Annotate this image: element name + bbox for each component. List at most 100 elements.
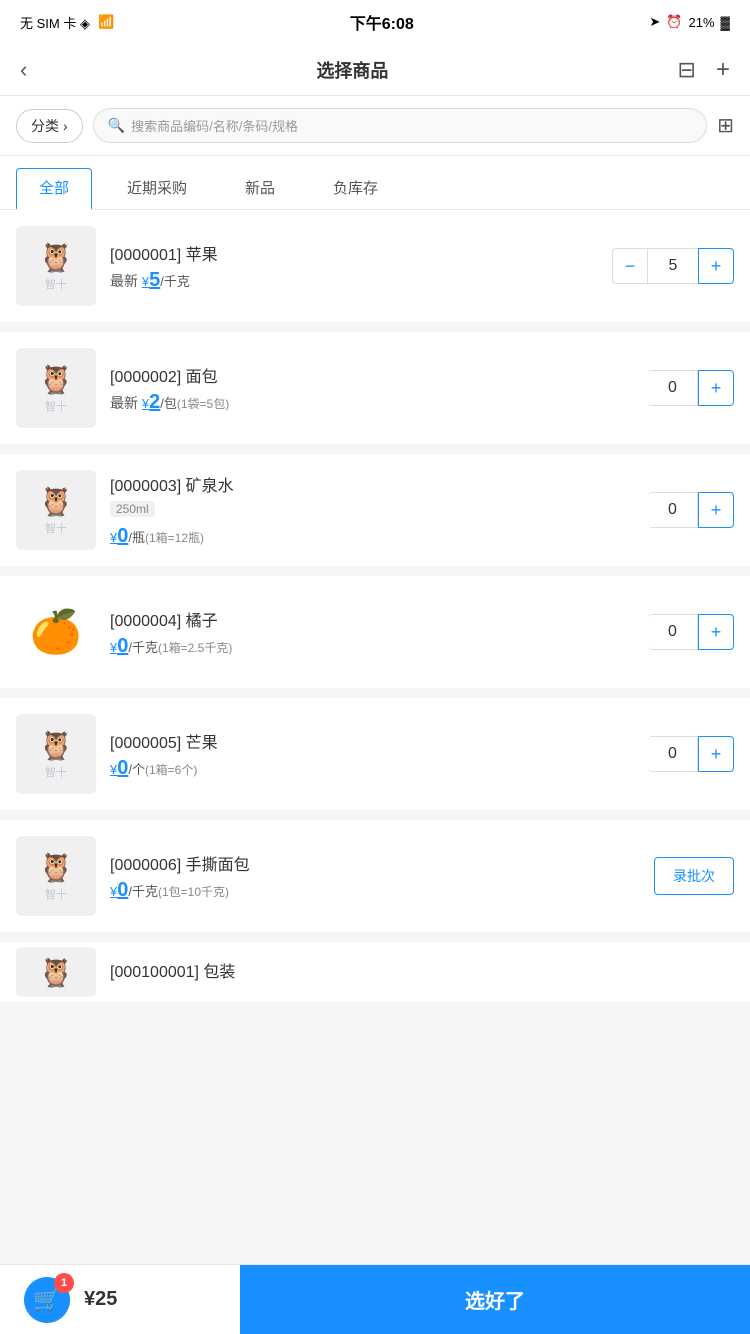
qty-input[interactable] [648, 492, 698, 528]
tab-all[interactable]: 全部 [16, 168, 92, 210]
product-info: [0000004] 橘子 ¥0/千克(1箱=2.5千克) [110, 607, 634, 658]
product-item: 🦉 智十 [0000006] 手撕面包 ¥0/千克(1包=10千克) 录批次 [0, 820, 750, 932]
owl-icon: 🦉 [39, 956, 74, 989]
qty-input[interactable] [648, 736, 698, 772]
product-price: 最新 ¥5/千克 [110, 269, 598, 292]
price-value: 0 [117, 635, 128, 657]
product-name: [0000003] 矿泉水 [110, 472, 634, 496]
qty-input[interactable] [648, 248, 698, 284]
product-price: ¥0/千克(1包=10千克) [110, 879, 640, 902]
plus-button[interactable]: + [698, 736, 734, 772]
alarm-icon: ⏰ [666, 14, 682, 30]
product-image: 🦉 智十 [16, 348, 96, 428]
minus-button[interactable]: − [612, 248, 648, 284]
price-extra: (1袋=5包) [177, 397, 229, 411]
price-value: 2 [149, 391, 160, 413]
battery-status: 21% [688, 15, 714, 30]
battery-icon: ▓ [721, 15, 730, 30]
product-info: [0000006] 手撕面包 ¥0/千克(1包=10千克) [110, 851, 640, 902]
price-value: 0 [117, 879, 128, 901]
confirm-button[interactable]: 选好了 [240, 1265, 750, 1334]
plus-button[interactable]: + [698, 248, 734, 284]
back-button[interactable]: ‹ [20, 57, 27, 83]
filter-icon[interactable]: ⊟ [678, 57, 696, 83]
divider [0, 446, 750, 454]
tab-new[interactable]: 新品 [222, 168, 298, 209]
price-extra: (1包=10千克) [158, 885, 229, 899]
price-label: 最新 [110, 273, 142, 289]
page-title: 选择商品 [316, 57, 388, 83]
price-value: 0 [117, 525, 128, 547]
qty-control: + [648, 370, 734, 406]
tab-recent[interactable]: 近期采购 [104, 168, 210, 209]
category-button[interactable]: 分类 › [16, 109, 83, 143]
nav-bar: ‹ 选择商品 ⊟ + [0, 44, 750, 96]
search-icon: 🔍 [108, 117, 125, 134]
scan-icon[interactable]: ⊞ [717, 113, 734, 138]
owl-icon: 🦉 [39, 241, 74, 274]
status-bar: 无 SIM 卡 ◈ 📶 下午6:08 ➤ ⏰ 21% ▓ [0, 0, 750, 44]
product-name: [0000006] 手撕面包 [110, 851, 640, 875]
nav-actions: ⊟ + [678, 56, 730, 84]
price-extra: (1箱=12瓶) [145, 531, 204, 545]
product-name: [0000001] 苹果 [110, 241, 598, 265]
divider [0, 690, 750, 698]
search-placeholder: 搜索商品编码/名称/条码/规格 [131, 116, 298, 135]
product-name: [000100001] 包装 [110, 958, 734, 982]
qty-control: − + [612, 248, 734, 284]
plus-button[interactable]: + [698, 492, 734, 528]
product-image: 🦉 智十 [16, 714, 96, 794]
add-icon[interactable]: + [716, 56, 730, 84]
status-left: 无 SIM 卡 ◈ 📶 [20, 13, 114, 32]
chevron-right-icon: › [63, 118, 68, 134]
price-unit: /个 [128, 762, 145, 777]
wifi-icon: 📶 [98, 14, 114, 30]
bottom-bar: 🛒 1 ¥25 选好了 [0, 1264, 750, 1334]
price-unit: /包 [160, 396, 177, 411]
search-box[interactable]: 🔍 搜索商品编码/名称/条码/规格 [93, 108, 708, 143]
product-image: 🦉 智十 [16, 836, 96, 916]
product-item: 🦉 智十 [0000003] 矿泉水 250ml ¥0/瓶(1箱=12瓶) + [0, 454, 750, 566]
status-time: 下午6:08 [350, 10, 414, 34]
owl-placeholder: 🦉 智十 [16, 470, 96, 550]
batch-button[interactable]: 录批次 [654, 857, 734, 895]
qty-input[interactable] [648, 370, 698, 406]
divider [0, 812, 750, 820]
product-price: 最新 ¥2/包(1袋=5包) [110, 391, 634, 414]
product-name: [0000002] 面包 [110, 363, 634, 387]
product-info: [0000002] 面包 最新 ¥2/包(1袋=5包) [110, 363, 634, 414]
price-unit: /千克 [128, 884, 158, 899]
product-image: 🦉 智十 [16, 226, 96, 306]
product-name: [0000005] 芒果 [110, 729, 634, 753]
product-item: 🦉 智十 [0000001] 苹果 最新 ¥5/千克 − + [0, 210, 750, 322]
price-extra: (1箱=6个) [145, 763, 197, 777]
price-value: 0 [117, 757, 128, 779]
sim-status: 无 SIM 卡 ◈ [20, 13, 90, 32]
owl-icon: 🦉 [39, 851, 74, 884]
product-name: [0000004] 橘子 [110, 607, 634, 631]
product-image: 🦉 [16, 947, 96, 997]
product-list: 🦉 智十 [0000001] 苹果 最新 ¥5/千克 − + 🦉 智十 [000… [0, 210, 750, 1002]
qty-control: + [648, 736, 734, 772]
cart-icon-wrap[interactable]: 🛒 1 [24, 1277, 70, 1323]
price-unit: /千克 [128, 640, 158, 655]
tab-negative[interactable]: 负库存 [310, 168, 401, 209]
qty-control: + [648, 614, 734, 650]
owl-icon: 🦉 [39, 363, 74, 396]
qty-input[interactable] [648, 614, 698, 650]
cart-badge: 1 [54, 1273, 74, 1293]
owl-placeholder: 🦉 智十 [16, 836, 96, 916]
divider [0, 324, 750, 332]
price-value: 5 [149, 269, 160, 291]
plus-button[interactable]: + [698, 370, 734, 406]
product-price: ¥0/千克(1箱=2.5千克) [110, 635, 634, 658]
plus-button[interactable]: + [698, 614, 734, 650]
product-item: 🍊 [0000004] 橘子 ¥0/千克(1箱=2.5千克) + [0, 576, 750, 688]
owl-icon: 🦉 [39, 485, 74, 518]
product-price: ¥0/瓶(1箱=12瓶) [110, 525, 634, 548]
location-icon: ➤ [649, 14, 660, 30]
owl-placeholder: 🦉 智十 [16, 348, 96, 428]
filter-bar: 分类 › 🔍 搜索商品编码/名称/条码/规格 ⊞ [0, 96, 750, 156]
price-extra: (1箱=2.5千克) [158, 641, 232, 655]
owl-placeholder: 🦉 [16, 947, 96, 997]
